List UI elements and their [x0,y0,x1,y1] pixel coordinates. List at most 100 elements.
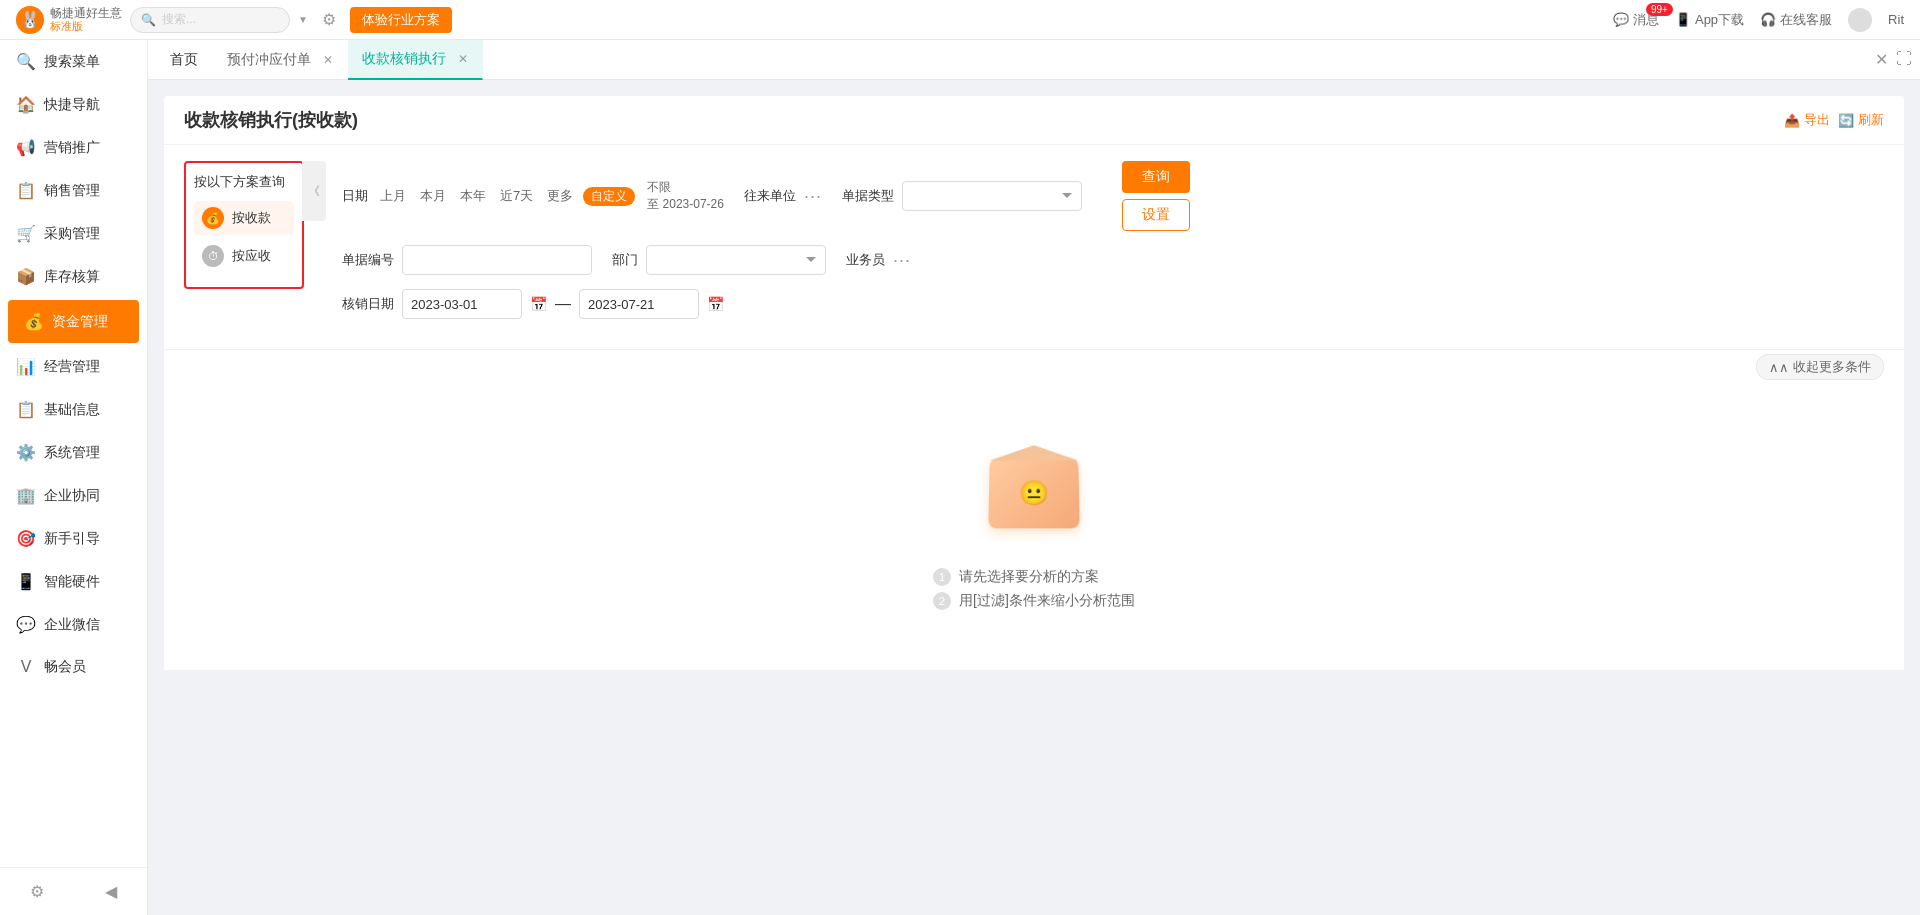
filter-staff: 业务员 ··· [846,250,911,271]
search-icon: 🔍 [16,52,36,71]
calendar-start-icon[interactable]: 📅 [530,296,547,312]
gear-icon[interactable]: ⚙ [316,7,342,33]
sidebar-item-purchase[interactable]: 🛒 采购管理 [0,212,147,255]
message-badge: 99+ [1646,3,1673,16]
topbar: 🐰 畅捷通好生意 标准版 🔍 搜索... ▼ ⚙ 体验行业方案 💬 消息 99+… [0,0,1920,40]
main-layout: 🔍 搜索菜单 🏠 快捷导航 📢 营销推广 📋 销售管理 🛒 采购管理 📦 库存核… [0,40,1920,915]
verify-date-range: 📅 — 📅 [402,289,724,319]
home-icon: 🏠 [16,95,36,114]
tip-number-2: 2 [933,592,951,610]
filter-dept: 部门 [612,245,826,275]
tab-receivable-offset[interactable]: 收款核销执行 ✕ [348,40,483,80]
tab-close-receivable[interactable]: ✕ [458,52,468,66]
topbar-right: 💬 消息 99+ 📱 App下载 🎧 在线客服 Rit [1613,8,1904,32]
topbar-left: 🐰 畅捷通好生意 标准版 🔍 搜索... ▼ ⚙ 体验行业方案 [16,6,452,34]
message-button[interactable]: 💬 消息 99+ [1613,11,1659,29]
receivable-icon: ⏱ [202,245,224,267]
sidebar-item-search[interactable]: 🔍 搜索菜单 [0,40,147,83]
filter-option-by-receipt[interactable]: 💰 按收款 [194,201,294,235]
app-logo: 🐰 畅捷通好生意 标准版 [16,6,122,34]
tab-close-prepay[interactable]: ✕ [323,53,333,67]
sidebar-settings-icon[interactable]: ⚙ [24,876,50,907]
date-prev-month[interactable]: 上月 [376,185,410,207]
chevron-down-icon[interactable]: ▼ [298,14,308,25]
empty-tip-1: 1 请先选择要分析的方案 [933,568,1135,586]
empty-tip-2: 2 用[过滤]条件来缩小分析范围 [933,592,1135,610]
sidebar-item-enterprise[interactable]: 🏢 企业协同 [0,474,147,517]
system-icon: ⚙️ [16,443,36,462]
solution-button[interactable]: 体验行业方案 [350,7,452,33]
date-this-year[interactable]: 本年 [456,185,490,207]
filter-option-by-receivable[interactable]: ⏱ 按应收 [194,239,294,273]
filter-row-1: 日期 上月 本月 本年 近7天 更多 自定义 [342,161,1884,231]
sidebar-item-finance[interactable]: 💰 资金管理 [8,300,139,343]
sidebar-item-basic-info[interactable]: 📋 基础信息 [0,388,147,431]
tab-home[interactable]: 首页 [156,40,213,80]
date-more[interactable]: 更多 [543,185,577,207]
partner-select-icon[interactable]: ··· [804,186,822,207]
purchase-icon: 🛒 [16,224,36,243]
dept-select[interactable] [646,245,826,275]
tab-close-icon[interactable]: ✕ [1875,50,1888,69]
query-button[interactable]: 查询 [1122,161,1190,193]
app-download-button[interactable]: 📱 App下载 [1675,11,1744,29]
sidebar-item-member[interactable]: V 畅会员 [0,646,147,688]
tab-prepay[interactable]: 预付冲应付单 ✕ [213,40,348,80]
collapse-icon: ∧∧ [1769,360,1789,375]
sidebar-item-quick-nav[interactable]: 🏠 快捷导航 [0,83,147,126]
online-service-button[interactable]: 🎧 在线客服 [1760,11,1832,29]
verify-date-start[interactable] [402,289,522,319]
calendar-end-icon[interactable]: 📅 [707,296,724,312]
app-icon: 📱 [1675,12,1691,27]
date-this-month[interactable]: 本月 [416,185,450,207]
page-actions: 📤 导出 🔄 刷新 [1784,111,1884,129]
verify-date-end[interactable] [579,289,699,319]
export-button[interactable]: 📤 导出 [1784,111,1830,129]
date-label: 日期 [342,187,368,205]
filter-row-3: 核销日期 📅 — 📅 [342,289,1884,319]
sidebar-item-guide[interactable]: 🎯 新手引导 [0,517,147,560]
refresh-button[interactable]: 🔄 刷新 [1838,111,1884,129]
tip-number-1: 1 [933,568,951,586]
sidebar-item-sales[interactable]: 📋 销售管理 [0,169,147,212]
content-wrapper: 收款核销执行(按收款) 📤 导出 🔄 刷新 [164,96,1904,670]
avatar[interactable] [1848,8,1872,32]
search-bar[interactable]: 🔍 搜索... [130,7,290,33]
sidebar-item-system[interactable]: ⚙️ 系统管理 [0,431,147,474]
doc-no-input[interactable] [402,245,592,275]
tab-bar: 首页 预付冲应付单 ✕ 收款核销执行 ✕ ✕ ⛶ [148,40,1920,80]
wechat-icon: 💬 [16,615,36,634]
filter-doc-no: 单据编号 [342,245,592,275]
quick-dates: 上月 本月 本年 近7天 更多 自定义 [376,185,635,207]
service-icon: 🎧 [1760,12,1776,27]
username: Rit [1888,12,1904,27]
empty-box: 😐 [988,459,1079,529]
export-icon: 📤 [1784,113,1800,128]
sidebar-item-operations[interactable]: 📊 经营管理 [0,345,147,388]
staff-select-icon[interactable]: ··· [893,250,911,271]
date-7days[interactable]: 近7天 [496,185,537,207]
doc-type-label: 单据类型 [842,187,894,205]
sidebar-item-hardware[interactable]: 📱 智能硬件 [0,560,147,603]
empty-illustration: 😐 [974,448,1094,548]
operations-icon: 📊 [16,357,36,376]
settings-button[interactable]: 设置 [1122,199,1190,231]
sidebar-item-wechat[interactable]: 💬 企业微信 [0,603,147,646]
filter-date: 日期 上月 本月 本年 近7天 更多 自定义 [342,179,724,213]
doc-type-select[interactable] [902,181,1082,211]
tab-maximize-icon[interactable]: ⛶ [1896,50,1912,69]
page-content: 收款核销执行(按收款) 📤 导出 🔄 刷新 [148,80,1920,915]
refresh-icon: 🔄 [1838,113,1854,128]
empty-face: 😐 [1019,479,1049,507]
filter-collapse-button[interactable]: 《 [302,161,326,221]
logo-text: 畅捷通好生意 标准版 [50,6,122,34]
sidebar-item-marketing[interactable]: 📢 营销推广 [0,126,147,169]
marketing-icon: 📢 [16,138,36,157]
date-custom[interactable]: 自定义 [583,187,635,206]
filter-form: 日期 上月 本月 本年 近7天 更多 自定义 [342,161,1884,333]
sidebar-item-inventory[interactable]: 📦 库存核算 [0,255,147,298]
sidebar-collapse-icon[interactable]: ◀ [99,876,123,907]
filter-partner: 往来单位 ··· [744,186,822,207]
filter-verify-date: 核销日期 📅 — 📅 [342,289,724,319]
collapse-more-button[interactable]: ∧∧ 收起更多条件 [1756,354,1884,380]
